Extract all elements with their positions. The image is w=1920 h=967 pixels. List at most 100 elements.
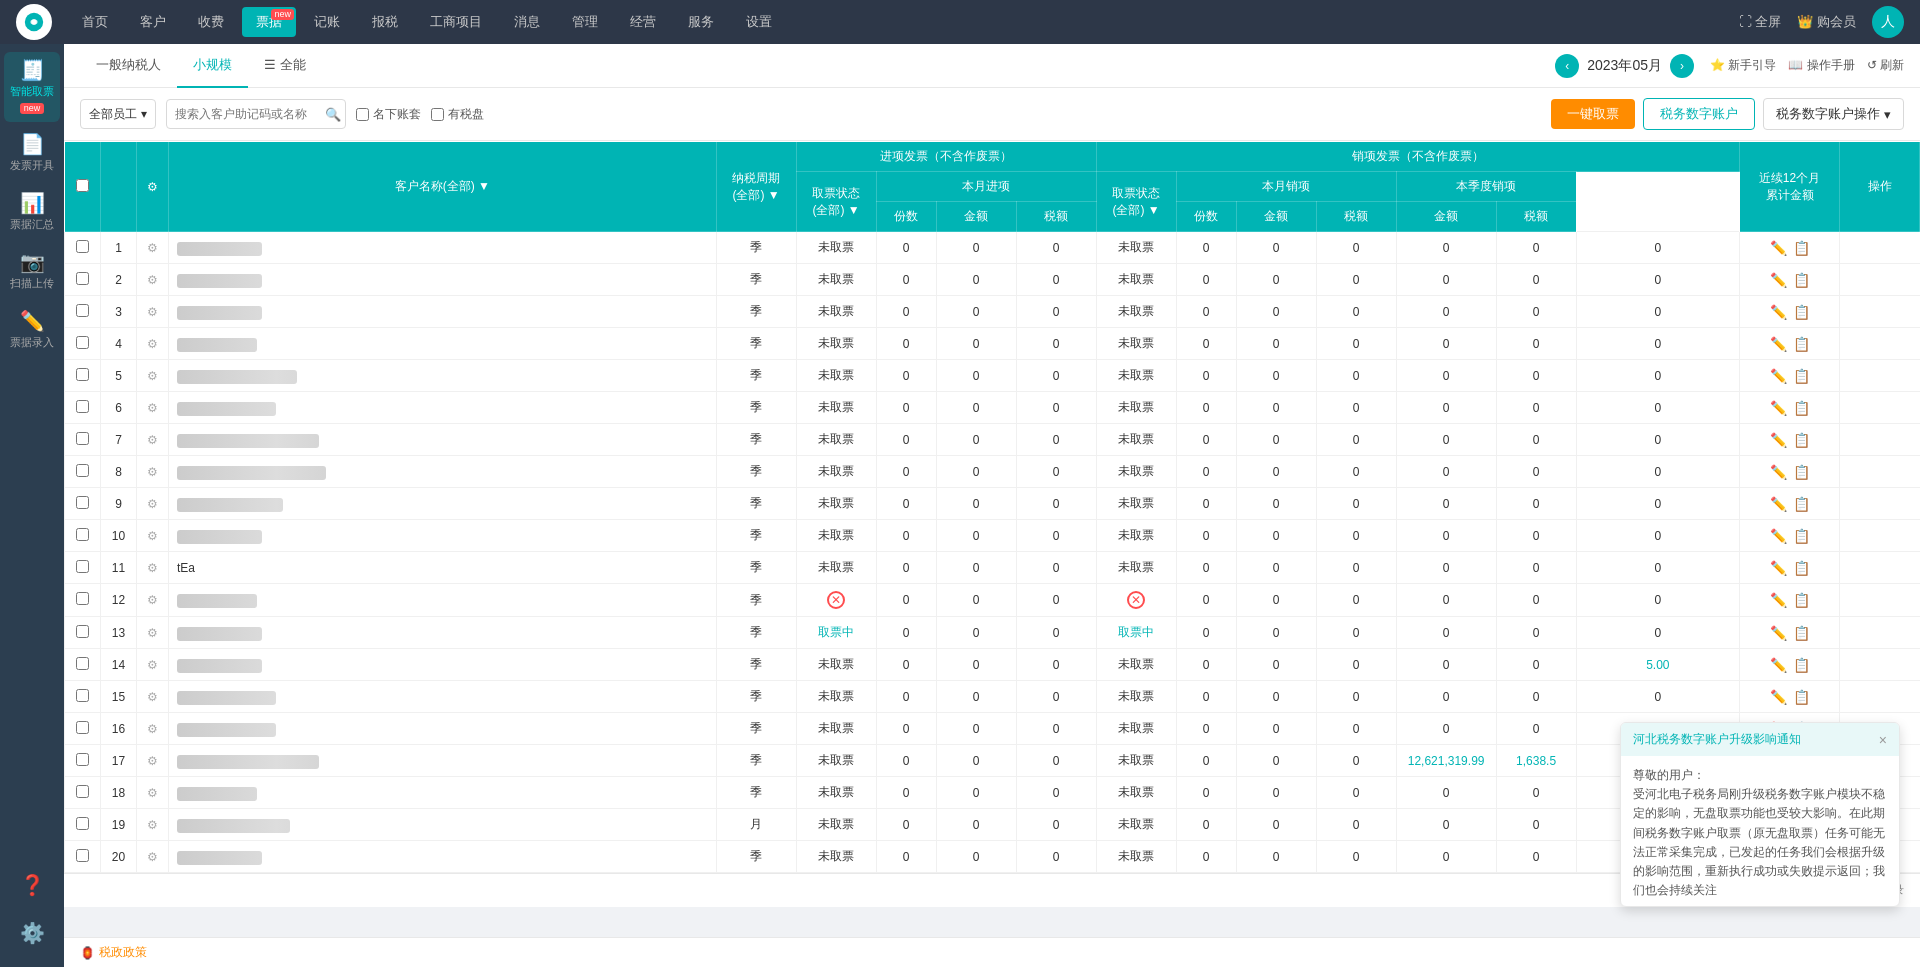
edit-icon[interactable]: ✏️ — [1770, 464, 1787, 480]
row-settings[interactable]: ⚙ — [137, 777, 169, 809]
row-settings[interactable]: ⚙ — [137, 456, 169, 488]
row-checkbox[interactable] — [76, 689, 89, 702]
row-checkbox[interactable] — [76, 240, 89, 253]
fullscreen-btn[interactable]: ⛶ 全屏 — [1739, 13, 1782, 31]
row-settings[interactable]: ⚙ — [137, 617, 169, 649]
row-checkbox[interactable] — [76, 592, 89, 605]
settings-row-icon[interactable]: ⚙ — [147, 529, 158, 543]
sidebar-item-票据汇总[interactable]: 📊 票据汇总 — [4, 185, 60, 240]
edit-icon[interactable]: ✏️ — [1770, 304, 1787, 320]
row-settings[interactable]: ⚙ — [137, 424, 169, 456]
sidebar-item-智能取票[interactable]: 🧾 智能取票 new — [4, 52, 60, 122]
nav-service[interactable]: 服务 — [674, 7, 728, 37]
app-logo[interactable] — [16, 4, 52, 40]
edit-icon[interactable]: ✏️ — [1770, 432, 1787, 448]
tab-general-taxpayer[interactable]: 一般纳税人 — [80, 44, 177, 88]
row-settings[interactable]: ⚙ — [137, 552, 169, 584]
avatar[interactable]: 人 — [1872, 6, 1904, 38]
th-out-status[interactable]: 取票状态(全部) ▼ — [1096, 172, 1176, 232]
edit-icon[interactable]: ✏️ — [1770, 240, 1787, 256]
sidebar-help[interactable]: ❓ — [4, 867, 60, 903]
settings-row-icon[interactable]: ⚙ — [147, 497, 158, 511]
row-checkbox[interactable] — [76, 304, 89, 317]
th-in-status[interactable]: 取票状态(全部) ▼ — [796, 172, 876, 232]
row-settings[interactable]: ⚙ — [137, 713, 169, 745]
nav-message[interactable]: 消息 — [500, 7, 554, 37]
edit-icon[interactable]: ✏️ — [1770, 272, 1787, 288]
tab-small-scale[interactable]: 小规模 — [177, 44, 248, 88]
nav-home[interactable]: 首页 — [68, 7, 122, 37]
checkbox-subaccount-input[interactable] — [356, 108, 369, 121]
edit-icon[interactable]: ✏️ — [1770, 336, 1787, 352]
copy-icon[interactable]: 📋 — [1793, 272, 1810, 288]
settings-row-icon[interactable]: ⚙ — [147, 561, 158, 575]
nav-ticket[interactable]: 票据 new — [242, 7, 296, 37]
digital-account-operation-button[interactable]: 税务数字账户操作 ▾ — [1763, 98, 1904, 130]
row-settings[interactable]: ⚙ — [137, 232, 169, 264]
copy-icon[interactable]: 📋 — [1793, 592, 1810, 608]
row-checkbox[interactable] — [76, 657, 89, 670]
sidebar-item-票据录入[interactable]: ✏️ 票据录入 — [4, 303, 60, 358]
row-settings[interactable]: ⚙ — [137, 264, 169, 296]
settings-row-icon[interactable]: ⚙ — [147, 401, 158, 415]
sidebar-item-扫描上传[interactable]: 📷 扫描上传 — [4, 244, 60, 299]
refresh-btn[interactable]: ↺ 刷新 — [1867, 57, 1904, 74]
row-checkbox[interactable] — [76, 400, 89, 413]
next-month-btn[interactable]: › — [1670, 54, 1694, 78]
edit-icon[interactable]: ✏️ — [1770, 528, 1787, 544]
select-all-checkbox[interactable] — [76, 179, 89, 192]
copy-icon[interactable]: 📋 — [1793, 625, 1810, 641]
copy-icon[interactable]: 📋 — [1793, 336, 1810, 352]
guide-btn[interactable]: ⭐ 新手引导 — [1710, 57, 1776, 74]
error-icon[interactable]: ✕ — [1127, 591, 1145, 609]
settings-row-icon[interactable]: ⚙ — [147, 754, 158, 768]
edit-icon[interactable]: ✏️ — [1770, 400, 1787, 416]
edit-icon[interactable]: ✏️ — [1770, 496, 1787, 512]
nav-fee[interactable]: 收费 — [184, 7, 238, 37]
nav-operation[interactable]: 经营 — [616, 7, 670, 37]
row-checkbox[interactable] — [76, 272, 89, 285]
tax-policy-label[interactable]: 税政政策 — [99, 944, 147, 961]
settings-row-icon[interactable]: ⚙ — [147, 369, 158, 383]
digital-account-button[interactable]: 税务数字账户 — [1643, 98, 1755, 130]
row-settings[interactable]: ⚙ — [137, 681, 169, 713]
th-name[interactable]: 客户名称(全部) ▼ — [169, 142, 717, 232]
employee-select[interactable]: 全部员工 ▾ — [80, 99, 156, 129]
checkbox-taxpad-input[interactable] — [431, 108, 444, 121]
row-checkbox[interactable] — [76, 432, 89, 445]
copy-icon[interactable]: 📋 — [1793, 240, 1810, 256]
nav-customer[interactable]: 客户 — [126, 7, 180, 37]
row-settings[interactable]: ⚙ — [137, 841, 169, 873]
copy-icon[interactable]: 📋 — [1793, 368, 1810, 384]
row-settings[interactable]: ⚙ — [137, 649, 169, 681]
error-icon[interactable]: ✕ — [827, 591, 845, 609]
row-settings[interactable]: ⚙ — [137, 296, 169, 328]
settings-row-icon[interactable]: ⚙ — [147, 850, 158, 864]
checkbox-subaccount[interactable]: 名下账套 — [356, 106, 421, 123]
row-checkbox[interactable] — [76, 336, 89, 349]
settings-row-icon[interactable]: ⚙ — [147, 690, 158, 704]
edit-icon[interactable]: ✏️ — [1770, 625, 1787, 641]
row-settings[interactable]: ⚙ — [137, 584, 169, 617]
row-checkbox[interactable] — [76, 721, 89, 734]
nav-tax[interactable]: 报税 — [358, 7, 412, 37]
row-settings[interactable]: ⚙ — [137, 392, 169, 424]
edit-icon[interactable]: ✏️ — [1770, 592, 1787, 608]
settings-row-icon[interactable]: ⚙ — [147, 722, 158, 736]
row-checkbox[interactable] — [76, 849, 89, 862]
one-click-fetch-button[interactable]: 一键取票 — [1551, 99, 1635, 129]
member-btn[interactable]: 👑 购会员 — [1797, 13, 1856, 31]
settings-row-icon[interactable]: ⚙ — [147, 433, 158, 447]
copy-icon[interactable]: 📋 — [1793, 304, 1810, 320]
copy-icon[interactable]: 📋 — [1793, 400, 1810, 416]
row-settings[interactable]: ⚙ — [137, 488, 169, 520]
row-checkbox[interactable] — [76, 625, 89, 638]
edit-icon[interactable]: ✏️ — [1770, 560, 1787, 576]
row-checkbox[interactable] — [76, 817, 89, 830]
copy-icon[interactable]: 📋 — [1793, 689, 1810, 705]
row-settings[interactable]: ⚙ — [137, 809, 169, 841]
search-input[interactable] — [175, 107, 325, 121]
settings-row-icon[interactable]: ⚙ — [147, 241, 158, 255]
settings-row-icon[interactable]: ⚙ — [147, 465, 158, 479]
copy-icon[interactable]: 📋 — [1793, 657, 1810, 673]
